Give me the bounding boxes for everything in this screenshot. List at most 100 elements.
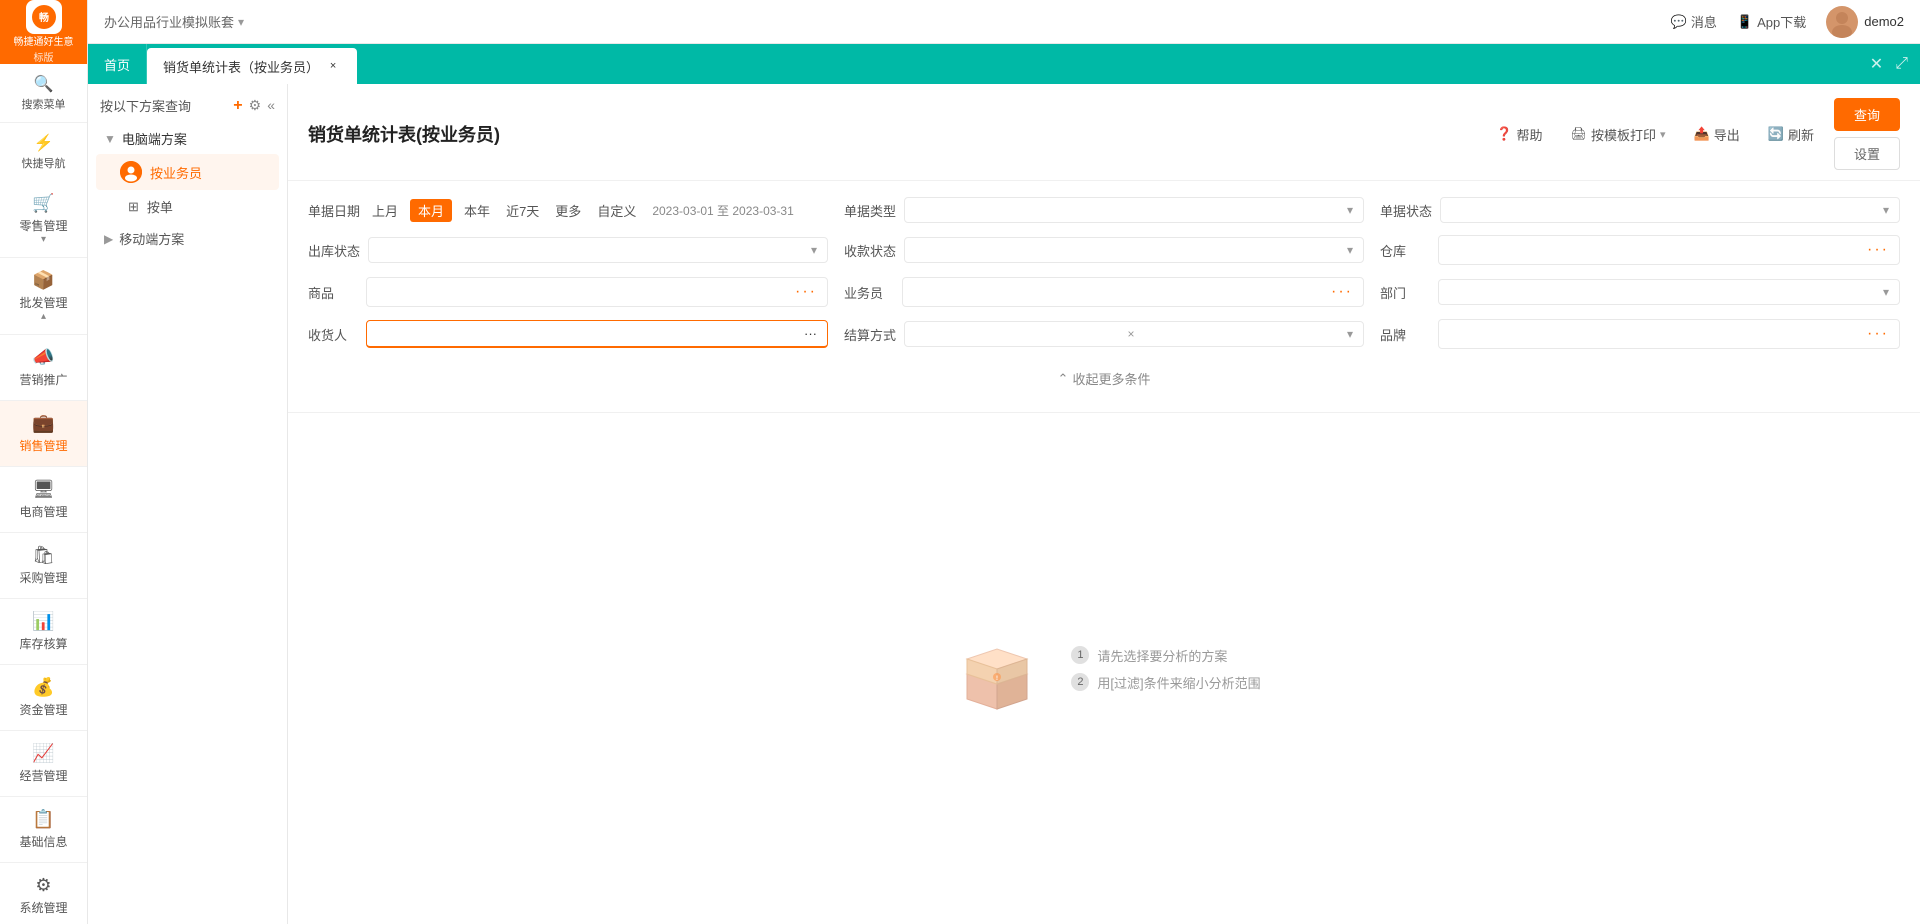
add-scheme-btn[interactable]: + [233, 97, 242, 115]
warehouse-select[interactable]: ··· [1438, 235, 1900, 265]
doctype-select[interactable]: ▾ [904, 197, 1364, 223]
app-logo[interactable]: 畅 畅捷通好生意 标版 [0, 0, 88, 64]
msg-btn[interactable]: 💬 消息 [1671, 12, 1717, 31]
salesman-select[interactable]: ··· [902, 277, 1364, 307]
collapse-label: 收起更多条件 [1072, 369, 1150, 388]
product-dots[interactable]: ··· [795, 283, 817, 301]
content: 按以下方案查询 + ⚙ « ▼ 电脑端方案 [88, 84, 1920, 924]
by-order-icon: ⊞ [128, 199, 139, 215]
help-btn[interactable]: ❓ 帮助 [1488, 121, 1550, 148]
brand-select[interactable]: ··· [1438, 319, 1900, 349]
brand-label: 品牌 [1380, 325, 1430, 344]
tip-num-1: 1 [1071, 646, 1089, 664]
sidebar-item-system[interactable]: ⚙ 系统管理 [0, 863, 87, 924]
date-tab-last-month[interactable]: 上月 [368, 199, 402, 222]
scheme-settings-btn[interactable]: ⚙ [249, 97, 262, 115]
sidebar-search[interactable]: 🔍 搜索菜单 [0, 64, 87, 123]
date-tab-custom[interactable]: 自定义 [593, 199, 640, 222]
tab-home[interactable]: 首页 [88, 44, 147, 84]
docstatus-select[interactable]: ▾ [1440, 197, 1900, 223]
logo-icon: 畅 [26, 0, 62, 34]
date-range-display: 2023-03-01 至 2023-03-31 [652, 202, 793, 219]
date-tab-more[interactable]: 更多 [551, 199, 585, 222]
settlement-clear[interactable]: × [1127, 327, 1134, 341]
filter-product-cell: 商品 ··· [308, 277, 828, 307]
user-name: demo2 [1864, 14, 1904, 29]
product-select[interactable]: ··· [366, 277, 828, 307]
sidebar-item-wholesale[interactable]: 📦 批发管理 ▴ [0, 258, 87, 335]
topbar-right: 💬 消息 📱 App下载 demo2 [1671, 6, 1904, 38]
sidebar-item-retail[interactable]: 🛒 零售管理 ▾ [0, 181, 87, 258]
collapse-row: ⌃ 收起更多条件 [308, 361, 1900, 396]
sidebar-item-basic[interactable]: 📋 基础信息 [0, 797, 87, 863]
app-download-btn[interactable]: 📱 App下载 [1737, 12, 1806, 31]
sidebar-label-marketing: 营销推广 [19, 371, 67, 388]
filter-row-3: 商品 ··· 业务员 ··· 部门 [308, 277, 1900, 307]
sidebar-item-ecommerce[interactable]: 🖥 电商管理 [0, 467, 87, 533]
settlement-select[interactable]: × ▾ [904, 321, 1364, 347]
setting-btn[interactable]: 设置 [1834, 137, 1900, 170]
tab-sales-stat[interactable]: 销货单统计表（按业务员） × [147, 48, 357, 84]
docstatus-arrow: ▾ [1883, 203, 1889, 217]
user-profile[interactable]: demo2 [1826, 6, 1904, 38]
sidebar-item-inventory[interactable]: 📊 库存核算 [0, 599, 87, 665]
sidebar-label-finance: 资金管理 [19, 701, 67, 718]
tab-close-btn[interactable]: × [325, 58, 341, 74]
sidebar-item-purchase[interactable]: 🛍 采购管理 [0, 533, 87, 599]
query-btn[interactable]: 查询 [1834, 98, 1900, 131]
sidebar-label-system: 系统管理 [19, 899, 67, 916]
date-label: 单据日期 [308, 201, 360, 220]
app-label: App下载 [1757, 12, 1806, 31]
sidebar-item-sales[interactable]: 💼 销售管理 [0, 401, 87, 467]
collectstatus-select[interactable]: ▾ [904, 237, 1364, 263]
print-btn[interactable]: 🖨 按模板打印 ▾ [1563, 121, 1674, 148]
date-tab-this-year[interactable]: 本年 [460, 199, 494, 222]
collapse-btn[interactable]: ⌃ 收起更多条件 [1050, 361, 1159, 396]
window-close-btn[interactable]: ✕ [1870, 54, 1883, 74]
sidebar-quick[interactable]: ⚡ 快捷导航 [0, 123, 87, 181]
quick-label: 快捷导航 [22, 155, 66, 171]
sidebar-label-ecommerce: 电商管理 [19, 503, 67, 520]
mobile-scheme-title[interactable]: ▶ 移动端方案 [88, 223, 287, 254]
doctype-label: 单据类型 [844, 201, 896, 220]
quick-icon: ⚡ [34, 133, 54, 153]
brand-dots[interactable]: ··· [1867, 325, 1889, 343]
wholesale-arrow: ▴ [41, 311, 46, 322]
export-btn[interactable]: 📤 导出 [1686, 121, 1748, 148]
warehouse-dots[interactable]: ··· [1867, 241, 1889, 259]
outstatus-select[interactable]: ▾ [368, 237, 828, 263]
filter-brand-cell: 品牌 ··· [1380, 319, 1900, 349]
filter-doctype-cell: 单据类型 ▾ [844, 197, 1364, 223]
pc-scheme-title[interactable]: ▼ 电脑端方案 [96, 123, 279, 154]
settlement-label: 结算方式 [844, 325, 896, 344]
filter-area: 单据日期 上月 本月 本年 近7天 更多 自定义 2023-03-01 至 20… [288, 181, 1920, 413]
sidebar-item-operations[interactable]: 📈 经营管理 [0, 731, 87, 797]
tab-home-label: 首页 [104, 55, 130, 74]
date-tab-this-month[interactable]: 本月 [410, 199, 452, 222]
scheme-by-order[interactable]: ⊞ 按单 [96, 190, 279, 223]
by-sales-icon [120, 161, 142, 183]
app-sub: 标版 [34, 49, 54, 64]
empty-illustration: ! [947, 619, 1047, 719]
scheme-by-sales[interactable]: 按业务员 [96, 154, 279, 190]
sidebar-item-marketing[interactable]: 📣 营销推广 [0, 335, 87, 401]
empty-tip-2: 2 用[过滤]条件来缩小分析范围 [1071, 673, 1260, 692]
collectstatus-arrow: ▾ [1347, 243, 1353, 257]
consignee-dots[interactable]: ··· [804, 326, 817, 341]
refresh-btn[interactable]: 🔄 刷新 [1760, 121, 1822, 148]
settlement-arrow: ▾ [1347, 327, 1353, 341]
print-icon: 🖨 [1571, 126, 1588, 142]
mobile-arrow: ▶ [104, 232, 113, 246]
consignee-input[interactable]: ··· [366, 320, 828, 348]
dept-select[interactable]: ▾ [1438, 279, 1900, 305]
filter-consignee-cell: 收货人 ··· [308, 319, 828, 349]
date-tab-last7[interactable]: 近7天 [502, 199, 543, 222]
sidebar-item-finance[interactable]: 💰 资金管理 [0, 665, 87, 731]
window-max-btn[interactable]: ⤢ [1895, 55, 1908, 73]
panel-collapse-btn[interactable]: « [267, 97, 275, 115]
company-title[interactable]: 办公用品行业模拟账套 ▾ [104, 12, 244, 31]
marketing-icon: 📣 [32, 347, 54, 368]
search-icon: 🔍 [34, 74, 54, 94]
salesman-dots[interactable]: ··· [1331, 283, 1353, 301]
page-title: 销货单统计表(按业务员) [308, 121, 500, 147]
